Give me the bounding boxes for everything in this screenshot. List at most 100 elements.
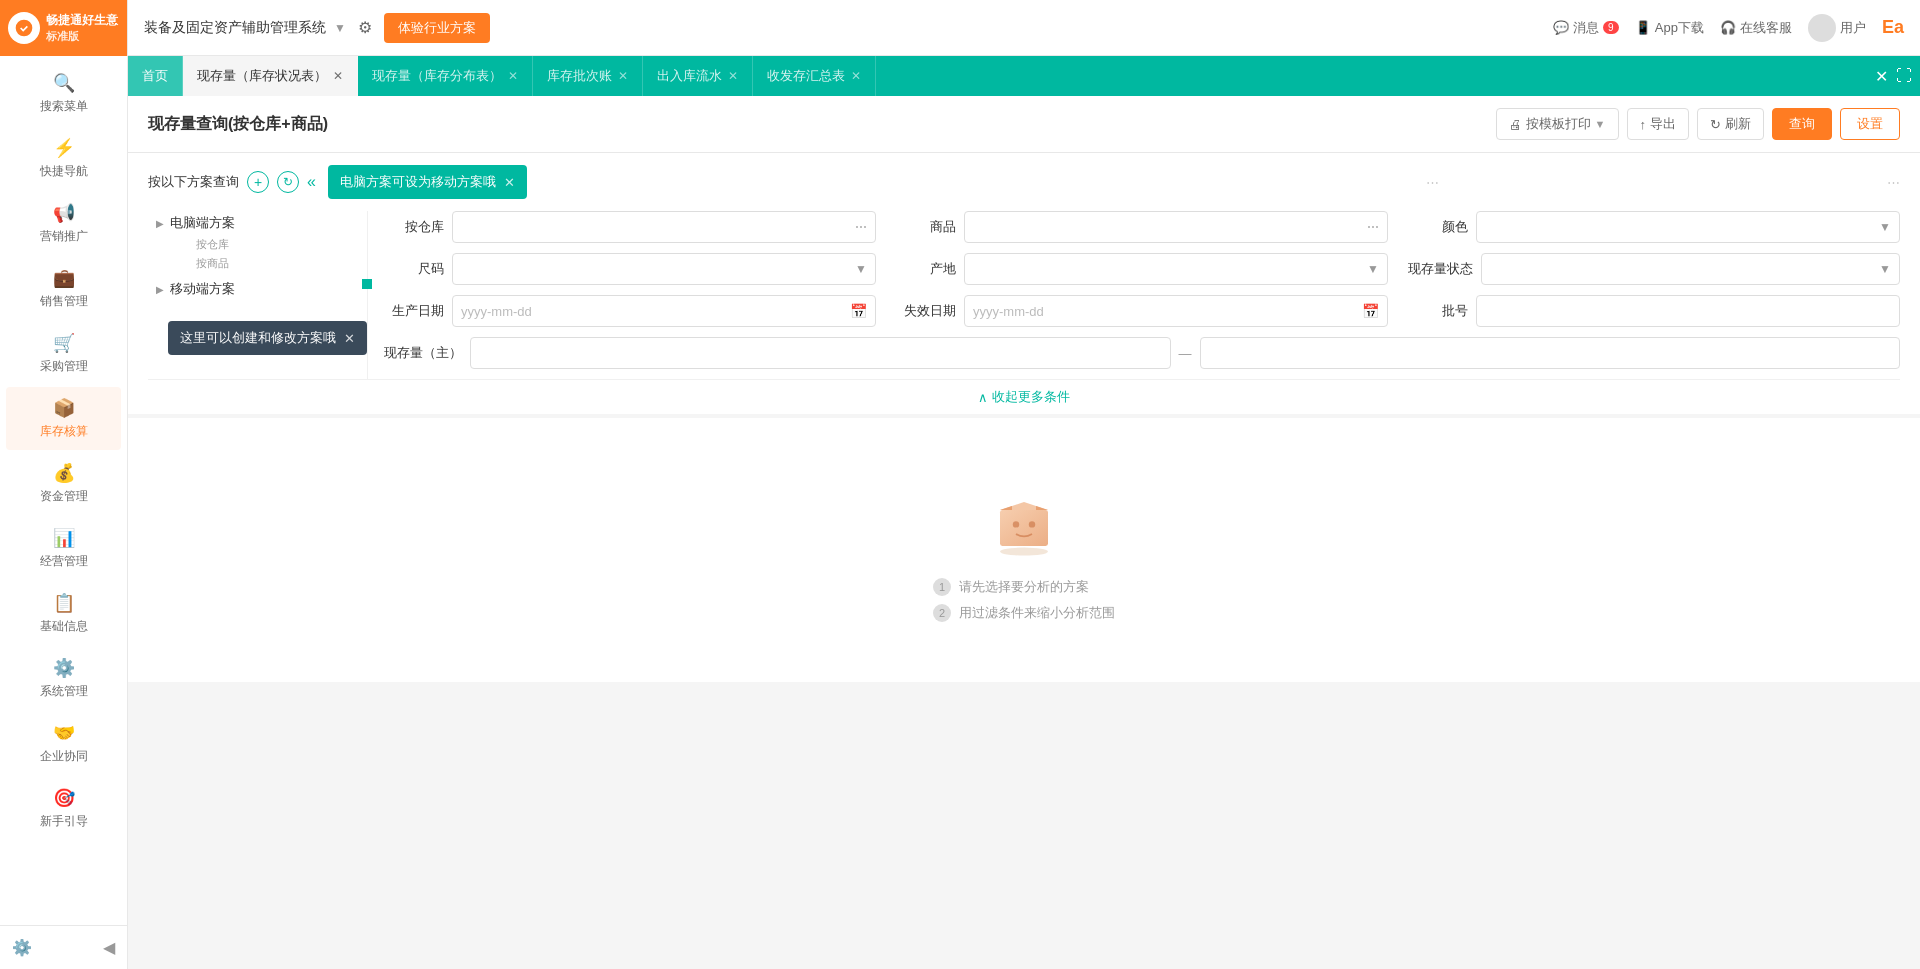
message-action[interactable]: 💬 消息 9 [1553, 19, 1619, 37]
expire-date-input[interactable]: yyyy-mm-dd 📅 [964, 295, 1388, 327]
size-select[interactable]: ▼ [452, 253, 876, 285]
sub-scheme-item[interactable]: 按商品 [196, 254, 355, 273]
tab-maximize-icon[interactable]: ⛶ [1896, 67, 1912, 85]
filter-arrow-button[interactable]: « [307, 173, 316, 191]
sidebar-item-finance[interactable]: 💰 资金管理 [6, 452, 121, 515]
produce-date-placeholder: yyyy-mm-dd [461, 304, 532, 319]
header-right: 💬 消息 9 📱 App下载 🎧 在线客服 用户 Ea [1553, 14, 1904, 42]
sidebar-item-inventory[interactable]: 📦 库存核算 [6, 387, 121, 450]
settings-icon[interactable]: ⚙ [358, 18, 372, 37]
sidebar-item-label: 快捷导航 [40, 163, 88, 180]
sidebar-item-label: 新手引导 [40, 813, 88, 830]
search-button[interactable]: 查询 [1772, 108, 1832, 140]
sidebar-item-enterprise[interactable]: 🤝 企业协同 [6, 712, 121, 775]
tab-inventory-dist[interactable]: 现存量（库存分布表） ✕ [358, 56, 533, 96]
logo-text: 畅捷通好生意 标准版 [46, 13, 118, 43]
tab-inventory-status[interactable]: 现存量（库存状况表） ✕ [183, 56, 358, 96]
sidebar-item-system[interactable]: ⚙️ 系统管理 [6, 647, 121, 710]
chart-icon: 📊 [53, 527, 75, 549]
tab-receive-send[interactable]: 收发存汇总表 ✕ [753, 56, 876, 96]
page-actions: 🖨 按模板打印 ▼ ↑ 导出 ↻ 刷新 查询 设置 [1496, 108, 1900, 140]
sidebar-item-search[interactable]: 🔍 搜索菜单 [6, 62, 121, 125]
phone-icon: 📱 [1635, 20, 1651, 35]
message-icon: 💬 [1553, 20, 1569, 35]
print-label: 按模板打印 [1526, 115, 1591, 133]
sub-scheme-item[interactable]: 按仓库 [196, 235, 355, 254]
tab-close-icon[interactable]: ✕ [508, 69, 518, 83]
filter-more-icon[interactable]: ⋯ [1426, 175, 1439, 190]
batch-input[interactable] [1476, 295, 1900, 327]
tab-close-all-icon[interactable]: ✕ [1875, 67, 1888, 86]
sidebar-item-purchase[interactable]: 🛒 采购管理 [6, 322, 121, 385]
sidebar-item-basic-info[interactable]: 📋 基础信息 [6, 582, 121, 645]
lightning-icon: ⚡ [53, 137, 75, 159]
tab-close-icon[interactable]: ✕ [333, 69, 343, 83]
user-action[interactable]: 用户 [1808, 14, 1866, 42]
app-download-action[interactable]: 📱 App下载 [1635, 19, 1704, 37]
sidebar-item-newbie[interactable]: 🎯 新手引导 [6, 777, 121, 840]
dropdown-icon: ⋯ [1367, 220, 1379, 234]
tab-close-icon[interactable]: ✕ [618, 69, 628, 83]
user-label: 用户 [1840, 19, 1866, 37]
tab-batch-account[interactable]: 库存批次账 ✕ [533, 56, 643, 96]
refresh-button[interactable]: ↻ 刷新 [1697, 108, 1764, 140]
scheme-pc-item[interactable]: ▶ 电脑端方案 [156, 211, 355, 235]
tooltip2-close-icon[interactable]: ✕ [344, 331, 355, 346]
export-button[interactable]: ↑ 导出 [1627, 108, 1690, 140]
svg-point-4 [1000, 548, 1048, 556]
quantity-max-input[interactable] [1200, 337, 1901, 369]
connector-dot [362, 279, 372, 289]
sidebar-item-sales[interactable]: 💼 销售管理 [6, 257, 121, 320]
origin-select[interactable]: ▼ [964, 253, 1388, 285]
print-button[interactable]: 🖨 按模板打印 ▼ [1496, 108, 1619, 140]
svg-point-2 [1013, 521, 1019, 527]
tab-inout-flow[interactable]: 出入库流水 ✕ [643, 56, 753, 96]
trial-button[interactable]: 体验行业方案 [384, 13, 490, 43]
tab-close-icon[interactable]: ✕ [728, 69, 738, 83]
support-action[interactable]: 🎧 在线客服 [1720, 19, 1792, 37]
calendar-icon[interactable]: 📅 [850, 303, 867, 319]
calendar-icon[interactable]: 📅 [1362, 303, 1379, 319]
sidebar-item-operations[interactable]: 📊 经营管理 [6, 517, 121, 580]
collapse-more-button[interactable]: ∧ 收起更多条件 [148, 379, 1900, 414]
tab-home[interactable]: 首页 [128, 56, 183, 96]
empty-state-container: 1 请先选择要分析的方案 2 用过滤条件来缩小分析范围 [128, 418, 1920, 682]
message-badge: 9 [1603, 21, 1619, 34]
sidebar-item-marketing[interactable]: 📢 营销推广 [6, 192, 121, 255]
scheme-mobile-item[interactable]: ▶ 移动端方案 [156, 277, 355, 301]
svg-rect-1 [1000, 510, 1048, 546]
export-icon: ↑ [1640, 117, 1647, 132]
scheme-pc-children: 按仓库 按商品 [176, 235, 355, 273]
scheme-mobile-label: 移动端方案 [170, 280, 235, 298]
logo-sub: 标准版 [46, 29, 118, 43]
expire-date-label: 失效日期 [896, 302, 956, 320]
dropdown-icon: ▼ [1367, 262, 1379, 276]
quantity-min-input[interactable] [470, 337, 1171, 369]
sidebar-item-quick-nav[interactable]: ⚡ 快捷导航 [6, 127, 121, 190]
produce-date-input[interactable]: yyyy-mm-dd 📅 [452, 295, 876, 327]
color-select[interactable]: ▼ [1476, 211, 1900, 243]
sidebar-item-label: 资金管理 [40, 488, 88, 505]
tab-close-icon[interactable]: ✕ [851, 69, 861, 83]
tab-label: 现存量（库存分布表） [372, 67, 502, 85]
tooltip-close-icon[interactable]: ✕ [504, 175, 515, 190]
warehouse-select[interactable]: ⋯ [452, 211, 876, 243]
product-more-icon[interactable]: ⋯ [1887, 175, 1900, 190]
filter-row-2: 尺码 ▼ 产地 ▼ [384, 253, 1900, 285]
settings-bottom-icon[interactable]: ⚙️ [8, 934, 36, 961]
tip-text-1: 请先选择要分析的方案 [959, 578, 1089, 596]
filter-add-button[interactable]: + [247, 171, 269, 193]
stock-status-select[interactable]: ▼ [1481, 253, 1900, 285]
filter-refresh-button[interactable]: ↻ [277, 171, 299, 193]
expire-date-field: 失效日期 yyyy-mm-dd 📅 [896, 295, 1388, 327]
svg-point-0 [16, 20, 33, 37]
collapse-sidebar-icon[interactable]: ◀ [99, 934, 119, 961]
logo-icon [8, 12, 40, 44]
tab-bar-end: ✕ ⛶ [1867, 67, 1920, 86]
settings-button[interactable]: 设置 [1840, 108, 1900, 140]
sidebar-item-label: 采购管理 [40, 358, 88, 375]
clipboard-icon: 📋 [53, 592, 75, 614]
system-title: 装备及固定资产辅助管理系统 ▼ [144, 19, 346, 37]
product-select[interactable]: ⋯ [964, 211, 1388, 243]
dropdown-arrow-icon: ▼ [334, 21, 346, 35]
